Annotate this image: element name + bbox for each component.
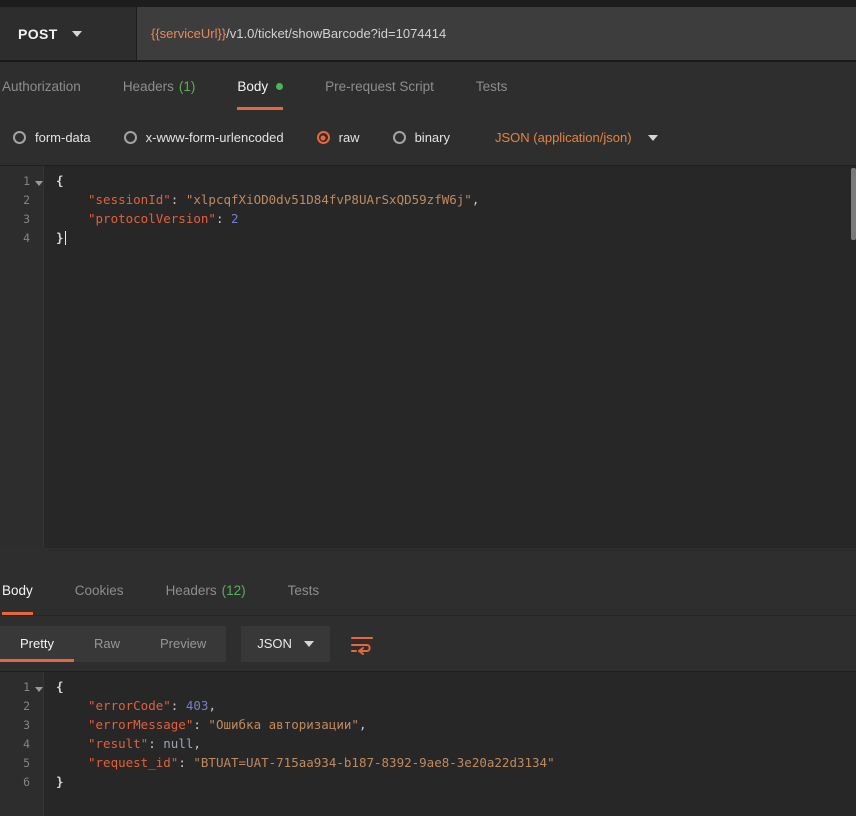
response-tab-headers[interactable]: Headers (12) bbox=[166, 566, 246, 615]
body-type-row: form-data x-www-form-urlencoded raw bina… bbox=[0, 110, 856, 166]
radio-label: form-data bbox=[35, 130, 91, 145]
code-line: 1 { bbox=[0, 171, 856, 190]
radio-icon bbox=[123, 131, 137, 144]
tab-tests[interactable]: Tests bbox=[476, 62, 508, 110]
code-line: 4 } bbox=[0, 228, 856, 247]
raw-button[interactable]: Raw bbox=[74, 626, 140, 662]
radio-label: binary bbox=[414, 130, 450, 145]
button-label: Preview bbox=[159, 636, 207, 651]
line-number: 4 bbox=[23, 736, 30, 751]
content-type-select[interactable]: JSON (application/json) bbox=[495, 130, 658, 145]
response-body-editor[interactable]: 1 { 2 "errorCode": 403, 3 "errorMessage"… bbox=[0, 672, 856, 816]
radio-raw[interactable]: raw bbox=[316, 130, 360, 145]
tab-label: Tests bbox=[475, 78, 508, 94]
tab-body[interactable]: Body bbox=[237, 62, 284, 110]
tab-headers[interactable]: Headers (1) bbox=[123, 62, 196, 110]
radio-icon bbox=[392, 131, 406, 144]
response-format-select[interactable]: JSON bbox=[241, 625, 330, 662]
radio-binary[interactable]: binary bbox=[392, 130, 450, 145]
request-tabs: Authorization Headers (1) Body Pre-reque… bbox=[0, 62, 856, 110]
postman-window: POST {{serviceUrl}}/v1.0/ticket/showBarc… bbox=[0, 0, 856, 816]
line-number: 2 bbox=[23, 698, 30, 713]
tab-label: Authorization bbox=[2, 78, 81, 94]
code-line: 4 "result": null, bbox=[0, 734, 856, 753]
fold-icon[interactable] bbox=[35, 180, 43, 186]
tab-label: Body bbox=[2, 583, 33, 598]
chevron-down-icon bbox=[71, 30, 82, 37]
chevron-down-icon bbox=[647, 134, 658, 141]
pretty-button[interactable]: Pretty bbox=[0, 626, 74, 662]
tab-authorization[interactable]: Authorization bbox=[2, 62, 81, 110]
fold-icon[interactable] bbox=[35, 686, 43, 692]
tab-label: Body bbox=[237, 78, 269, 94]
view-mode-segmented-control: Pretty Raw Preview bbox=[0, 625, 227, 662]
window-top-strip bbox=[0, 0, 856, 7]
radio-icon bbox=[13, 131, 26, 144]
tab-label: Headers bbox=[165, 583, 217, 598]
method-select[interactable]: POST bbox=[0, 7, 137, 60]
url-variable: {{serviceUrl}} bbox=[151, 26, 227, 41]
code-line: 2 "sessionId": "xlpcqfXiOD0dv51D84fvP8UA… bbox=[0, 190, 856, 209]
line-number: 2 bbox=[23, 192, 30, 207]
radio-x-www-form-urlencoded[interactable]: x-www-form-urlencoded bbox=[123, 130, 284, 145]
response-tab-cookies[interactable]: Cookies bbox=[75, 566, 124, 615]
radio-label: raw bbox=[338, 130, 360, 145]
wrap-lines-icon bbox=[350, 636, 373, 655]
method-label: POST bbox=[18, 25, 58, 42]
code-line: 6 } bbox=[0, 772, 856, 791]
code-line: 3 "errorMessage": "Ошибка авторизации", bbox=[0, 715, 856, 734]
tab-label: Tests bbox=[287, 583, 320, 598]
response-tab-body[interactable]: Body bbox=[2, 566, 33, 615]
preview-button[interactable]: Preview bbox=[140, 626, 226, 662]
response-toolbar: Pretty Raw Preview JSON bbox=[0, 616, 856, 672]
wrap-lines-button[interactable] bbox=[347, 629, 377, 659]
url-input[interactable]: {{serviceUrl}}/v1.0/ticket/showBarcode?i… bbox=[137, 7, 856, 60]
headers-count-badge: (1) bbox=[178, 78, 196, 94]
code-line: 5 "request_id": "BTUAT=UAT-715aa934-b187… bbox=[0, 753, 856, 772]
editor-scrollbar[interactable] bbox=[851, 168, 856, 240]
response-tabs: Body Cookies Headers (12) Tests bbox=[0, 566, 856, 616]
line-number: 5 bbox=[23, 755, 30, 770]
tab-label: Cookies bbox=[74, 583, 124, 598]
tab-label: Pre-request Script bbox=[325, 78, 434, 94]
body-has-content-dot-icon bbox=[276, 82, 284, 90]
code-line: 3 "protocolVersion": 2 bbox=[0, 209, 856, 228]
radio-label: x-www-form-urlencoded bbox=[145, 130, 284, 145]
section-divider bbox=[0, 548, 856, 566]
button-label: Pretty bbox=[20, 636, 54, 651]
radio-form-data[interactable]: form-data bbox=[13, 130, 91, 145]
tab-pre-request-script[interactable]: Pre-request Script bbox=[325, 62, 434, 110]
button-label: Raw bbox=[93, 636, 120, 651]
format-label: JSON bbox=[257, 636, 292, 651]
code-line: 1 { bbox=[0, 677, 856, 696]
line-number: 6 bbox=[23, 774, 30, 789]
chevron-down-icon bbox=[303, 640, 314, 647]
request-body-editor[interactable]: 1 { 2 "sessionId": "xlpcqfXiOD0dv51D84fv… bbox=[0, 166, 856, 548]
line-number: 3 bbox=[23, 717, 30, 732]
request-url-bar: POST {{serviceUrl}}/v1.0/ticket/showBarc… bbox=[0, 7, 856, 62]
response-tab-tests[interactable]: Tests bbox=[288, 566, 320, 615]
url-path: /v1.0/ticket/showBarcode?id=1074414 bbox=[226, 26, 447, 41]
tab-label: Headers bbox=[122, 78, 174, 94]
code-line: 2 "errorCode": 403, bbox=[0, 696, 856, 715]
text-caret bbox=[64, 231, 66, 245]
content-type-label: JSON (application/json) bbox=[495, 130, 632, 145]
line-number: 3 bbox=[23, 211, 30, 226]
line-number: 4 bbox=[23, 230, 30, 245]
radio-selected-icon bbox=[316, 131, 330, 144]
response-headers-count-badge: (12) bbox=[221, 583, 246, 598]
